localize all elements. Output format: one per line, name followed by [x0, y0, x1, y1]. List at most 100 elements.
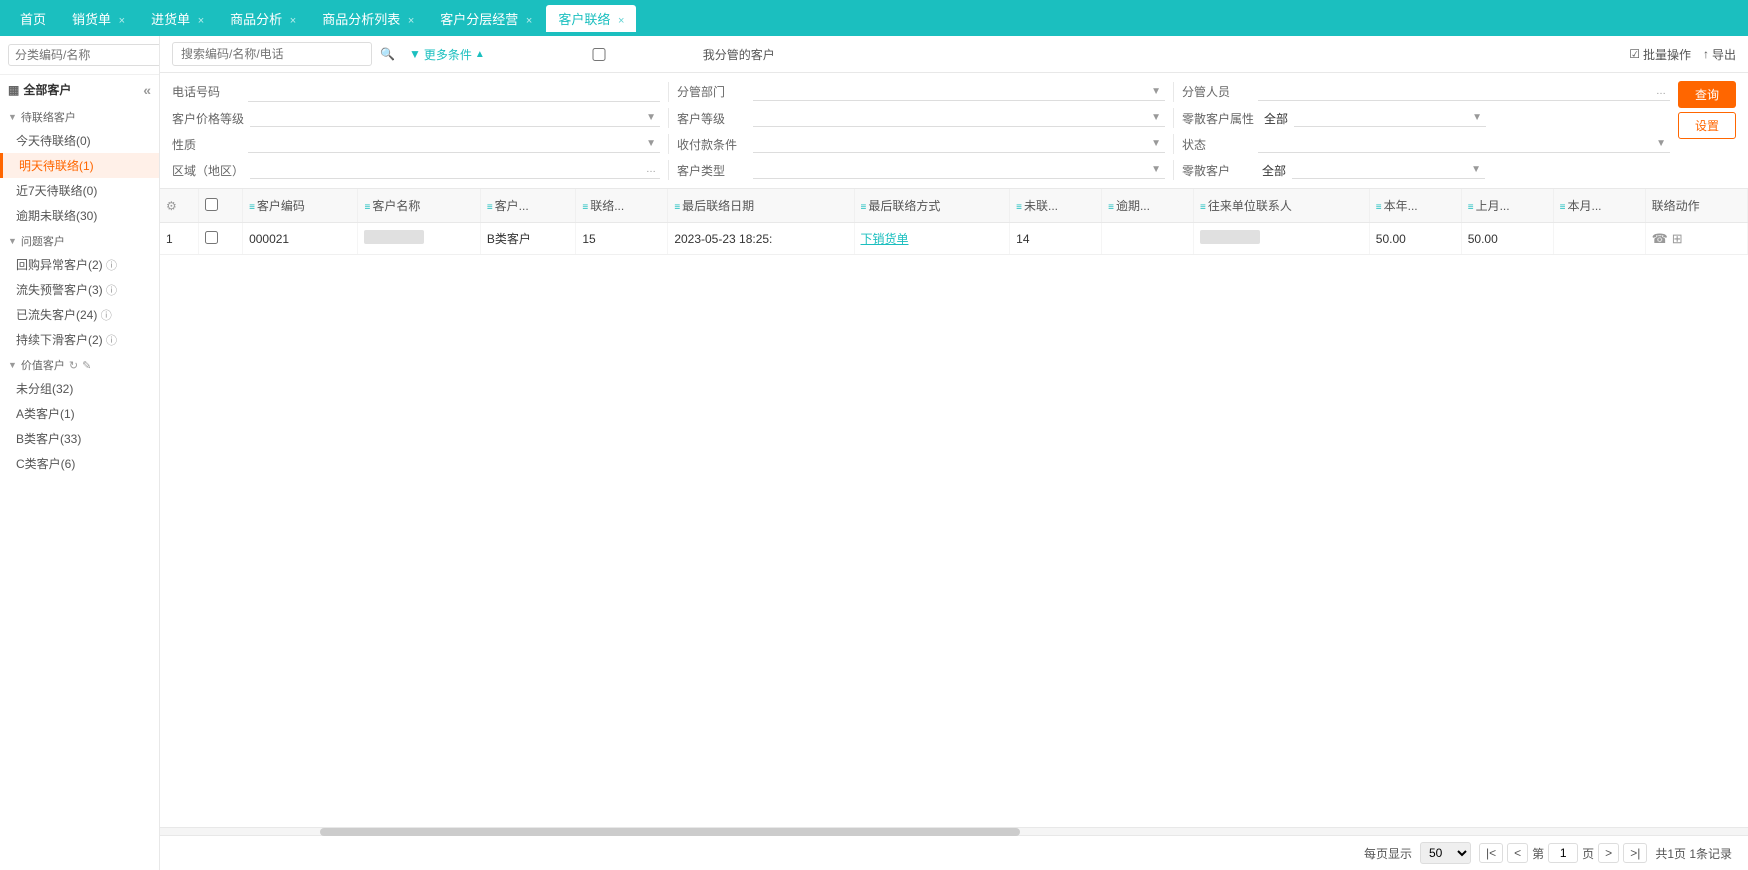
col-this-month[interactable]: ≡本月...: [1553, 189, 1645, 223]
filter-dept-select[interactable]: ▼: [753, 83, 1165, 101]
nav-customer-tier-close[interactable]: ×: [526, 15, 532, 27]
page-label: 第: [1532, 845, 1544, 862]
table-gear-icon[interactable]: ⚙: [166, 199, 177, 213]
sidebar-item-declining[interactable]: 持续下滑客户(2) ⓘ: [0, 327, 159, 352]
row-last-method-link[interactable]: 下销货单: [861, 232, 909, 246]
col-this-year[interactable]: ≡本年...: [1369, 189, 1461, 223]
page-unit: 页: [1582, 845, 1594, 862]
top-nav: 首页 销货单 × 进货单 × 商品分析 × 商品分析列表 × 客户分层经营 × …: [0, 0, 1748, 36]
nav-customer-contact[interactable]: 客户联络 ×: [546, 5, 636, 32]
separator-4: [1173, 108, 1174, 128]
sidebar-item-class-b[interactable]: B类客户(33): [0, 426, 159, 451]
filter-person-select[interactable]: …: [1258, 83, 1670, 101]
sidebar-item-class-c[interactable]: C类客户(6): [0, 451, 159, 476]
col-last-date[interactable]: ≡最后联络日期: [668, 189, 854, 223]
filter-dept-arrow: ▼: [1151, 86, 1161, 97]
more-conditions-label: 更多条件: [424, 46, 472, 63]
row-last-method[interactable]: 下销货单: [854, 223, 1010, 255]
my-customers-checkbox-label[interactable]: 我分管的客户: [499, 46, 775, 63]
sidebar-item-unclassified[interactable]: 未分组(32): [0, 376, 159, 401]
per-page-select[interactable]: 50 100 200: [1420, 842, 1471, 864]
filter-retail: 零散客户 全部 ▼: [1182, 161, 1670, 179]
nav-product-analysis-list-close[interactable]: ×: [408, 15, 414, 27]
filter-retail-attr-arrow: ▼: [1472, 112, 1482, 123]
sidebar-item-overdue[interactable]: 逾期未联络(30): [0, 203, 159, 228]
filter-phone-input[interactable]: [248, 81, 660, 102]
filter-payment-select[interactable]: ▼: [753, 135, 1165, 153]
col-contact-person[interactable]: ≡往来单位联系人: [1194, 189, 1370, 223]
filter-customer-type-select[interactable]: ▼: [753, 161, 1165, 179]
nav-home[interactable]: 首页: [8, 5, 58, 32]
value-customers-edit[interactable]: ✎: [82, 359, 91, 372]
filter-retail-select[interactable]: ▼: [1292, 161, 1485, 179]
col-contact-count[interactable]: ≡联络...: [576, 189, 668, 223]
my-customers-checkbox[interactable]: [499, 48, 699, 61]
filter-retail-attr-select[interactable]: ▼: [1294, 109, 1486, 127]
sidebar-item-today[interactable]: 今天待联络(0): [0, 128, 159, 153]
filter-nature-select[interactable]: ▼: [248, 135, 660, 153]
nav-sales-close[interactable]: ×: [119, 15, 125, 27]
export-btn[interactable]: ↑ 导出: [1703, 46, 1736, 63]
filter-phone: 电话号码: [172, 81, 660, 102]
row-actions: ☎ ⊞: [1645, 223, 1747, 255]
col-last-method[interactable]: ≡最后联络方式: [854, 189, 1010, 223]
nav-purchase[interactable]: 进货单 ×: [139, 5, 216, 32]
sort-unliaised-icon: ≡: [1016, 202, 1022, 213]
sidebar-item-churned[interactable]: 已流失客户(24) ⓘ: [0, 302, 159, 327]
sidebar-item-tomorrow[interactable]: 明天待联络(1): [0, 153, 159, 178]
last-page-btn[interactable]: >|: [1623, 843, 1647, 863]
row-action-group: ☎ ⊞: [1652, 231, 1741, 247]
row-select-checkbox[interactable]: [205, 231, 218, 244]
sort-name-icon: ≡: [364, 202, 370, 213]
col-type[interactable]: ≡客户...: [480, 189, 576, 223]
filter-status: 状态 ▼: [1182, 135, 1670, 153]
prev-page-btn[interactable]: <: [1507, 843, 1528, 863]
value-customers-refresh[interactable]: ↻: [69, 359, 78, 372]
col-code[interactable]: ≡客户编码: [243, 189, 358, 223]
sidebar-item-7days[interactable]: 近7天待联络(0): [0, 178, 159, 203]
nav-product-analysis-close[interactable]: ×: [290, 15, 296, 27]
sidebar-item-class-a[interactable]: A类客户(1): [0, 401, 159, 426]
nav-sales[interactable]: 销货单 ×: [60, 5, 137, 32]
row-action-phone[interactable]: ☎: [1652, 231, 1668, 247]
col-last-month[interactable]: ≡上月...: [1461, 189, 1553, 223]
nav-product-analysis[interactable]: 商品分析 ×: [218, 5, 308, 32]
scrollbar-thumb[interactable]: [320, 828, 1020, 836]
next-page-btn[interactable]: >: [1598, 843, 1619, 863]
sort-last-method-icon: ≡: [861, 202, 867, 213]
query-button[interactable]: 查询: [1678, 81, 1736, 108]
col-name[interactable]: ≡客户名称: [358, 189, 480, 223]
select-all-checkbox[interactable]: [205, 198, 218, 211]
search-button[interactable]: 🔍: [380, 47, 395, 61]
page-input[interactable]: [1548, 843, 1578, 863]
filter-retail-attr-label: 零散客户属性: [1182, 110, 1254, 127]
row-unliaised: 14: [1010, 223, 1102, 255]
batch-op-btn[interactable]: ☑ 批量操作: [1629, 46, 1691, 63]
first-page-btn[interactable]: |<: [1479, 843, 1503, 863]
row-action-grid[interactable]: ⊞: [1672, 231, 1683, 247]
filter-price-level-select[interactable]: ▼: [250, 109, 660, 127]
col-unliaised[interactable]: ≡未联...: [1010, 189, 1102, 223]
nav-customer-tier[interactable]: 客户分层经营 ×: [428, 5, 544, 32]
more-conditions-btn[interactable]: ▼ 更多条件 ▲: [403, 43, 491, 66]
sort-last-month-icon: ≡: [1468, 202, 1474, 213]
adv-filter-panel: 电话号码 分管部门 ▼ 分管人员: [160, 73, 1748, 189]
setting-button[interactable]: 设置: [1678, 112, 1736, 139]
nav-product-analysis-list[interactable]: 商品分析列表 ×: [310, 5, 426, 32]
horizontal-scrollbar[interactable]: [160, 827, 1748, 835]
filter-region-select[interactable]: …: [250, 161, 660, 179]
nav-purchase-close[interactable]: ×: [198, 15, 204, 27]
filter-status-select[interactable]: ▼: [1258, 135, 1670, 153]
sidebar-all-customers[interactable]: ▦ 全部客户 «: [0, 75, 159, 104]
per-page-label: 每页显示: [1364, 845, 1412, 862]
filter-price-level: 客户价格等级 ▼: [172, 109, 660, 127]
sidebar-search-input[interactable]: [8, 44, 160, 66]
sidebar-item-churn-warning[interactable]: 流失预警客户(3) ⓘ: [0, 277, 159, 302]
nav-customer-contact-close[interactable]: ×: [618, 15, 624, 27]
sidebar-collapse-icon[interactable]: «: [143, 82, 151, 98]
filter-customer-level-select[interactable]: ▼: [753, 109, 1165, 127]
col-overdue[interactable]: ≡逾期...: [1102, 189, 1194, 223]
row-contact-person-blurred: [1200, 230, 1260, 244]
sidebar-item-abnormal[interactable]: 回购异常客户(2) ⓘ: [0, 252, 159, 277]
search-input[interactable]: [172, 42, 372, 66]
